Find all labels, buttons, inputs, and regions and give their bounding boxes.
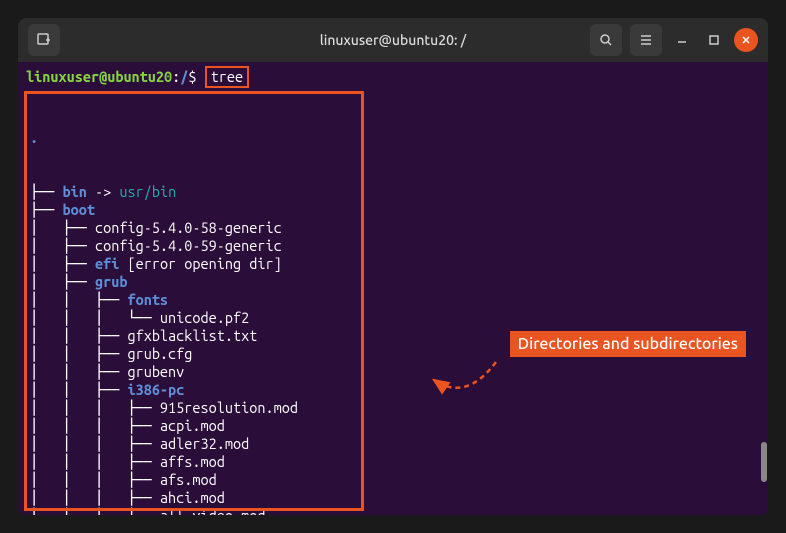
tree-line: │ ├── efi [error opening dir] (30, 255, 760, 273)
minimize-icon (677, 35, 687, 45)
tree-line: ├── boot (30, 201, 760, 219)
tree-line: │ ├── config-5.4.0-58-generic (30, 219, 760, 237)
tree-line: │ ├── grub (30, 273, 760, 291)
terminal-body[interactable]: linuxuser@ubuntu20:/$ tree . ├── bin -> … (18, 62, 768, 515)
tree-line: │ │ │ ├── afs.mod (30, 471, 760, 489)
tree-line: │ │ │ └── unicode.pf2 (30, 309, 760, 327)
titlebar-right (590, 24, 758, 56)
tree-line: │ │ │ ├── adler32.mod (30, 435, 760, 453)
new-tab-icon (36, 32, 52, 48)
terminal-window: linuxuser@ubuntu20: / (18, 18, 768, 515)
window-title: linuxuser@ubuntu20: / (320, 32, 466, 48)
annotation-label: Directories and subdirectories (510, 331, 746, 357)
maximize-icon (709, 35, 719, 45)
hamburger-icon (639, 33, 653, 47)
tree-output: . ├── bin -> usr/bin├── boot│ ├── config… (26, 88, 760, 515)
search-icon (599, 33, 613, 47)
tree-line: │ │ ├── i386-pc (30, 381, 760, 399)
titlebar-left (28, 24, 60, 56)
prompt-line: linuxuser@ubuntu20:/$ tree (26, 66, 760, 88)
close-button[interactable] (734, 28, 758, 52)
tree-line: │ │ ├── grubenv (30, 363, 760, 381)
maximize-button[interactable] (702, 28, 726, 52)
close-icon (741, 35, 751, 45)
scrollbar[interactable] (760, 122, 768, 515)
tree-line: ├── bin -> usr/bin (30, 183, 760, 201)
tree-line: │ │ │ ├── acpi.mod (30, 417, 760, 435)
search-button[interactable] (590, 24, 622, 56)
tree-line: │ │ ├── fonts (30, 291, 760, 309)
titlebar: linuxuser@ubuntu20: / (18, 18, 768, 62)
minimize-button[interactable] (670, 28, 694, 52)
tree-line: │ │ │ ├── all_video.mod (30, 507, 760, 515)
new-tab-button[interactable] (28, 24, 60, 56)
tree-line: │ ├── config-5.4.0-59-generic (30, 237, 760, 255)
scrollbar-thumb[interactable] (761, 442, 767, 482)
command-text: tree (211, 68, 243, 85)
tree-root-dot: . (30, 129, 38, 146)
command-highlight: tree (205, 66, 249, 88)
tree-line: │ │ │ ├── 915resolution.mod (30, 399, 760, 417)
tree-line: │ │ │ ├── ahci.mod (30, 489, 760, 507)
menu-button[interactable] (630, 24, 662, 56)
tree-line: │ │ │ ├── affs.mod (30, 453, 760, 471)
prompt-dollar: $ (188, 68, 204, 85)
prompt-user-host: linuxuser@ubuntu20 (26, 68, 172, 85)
